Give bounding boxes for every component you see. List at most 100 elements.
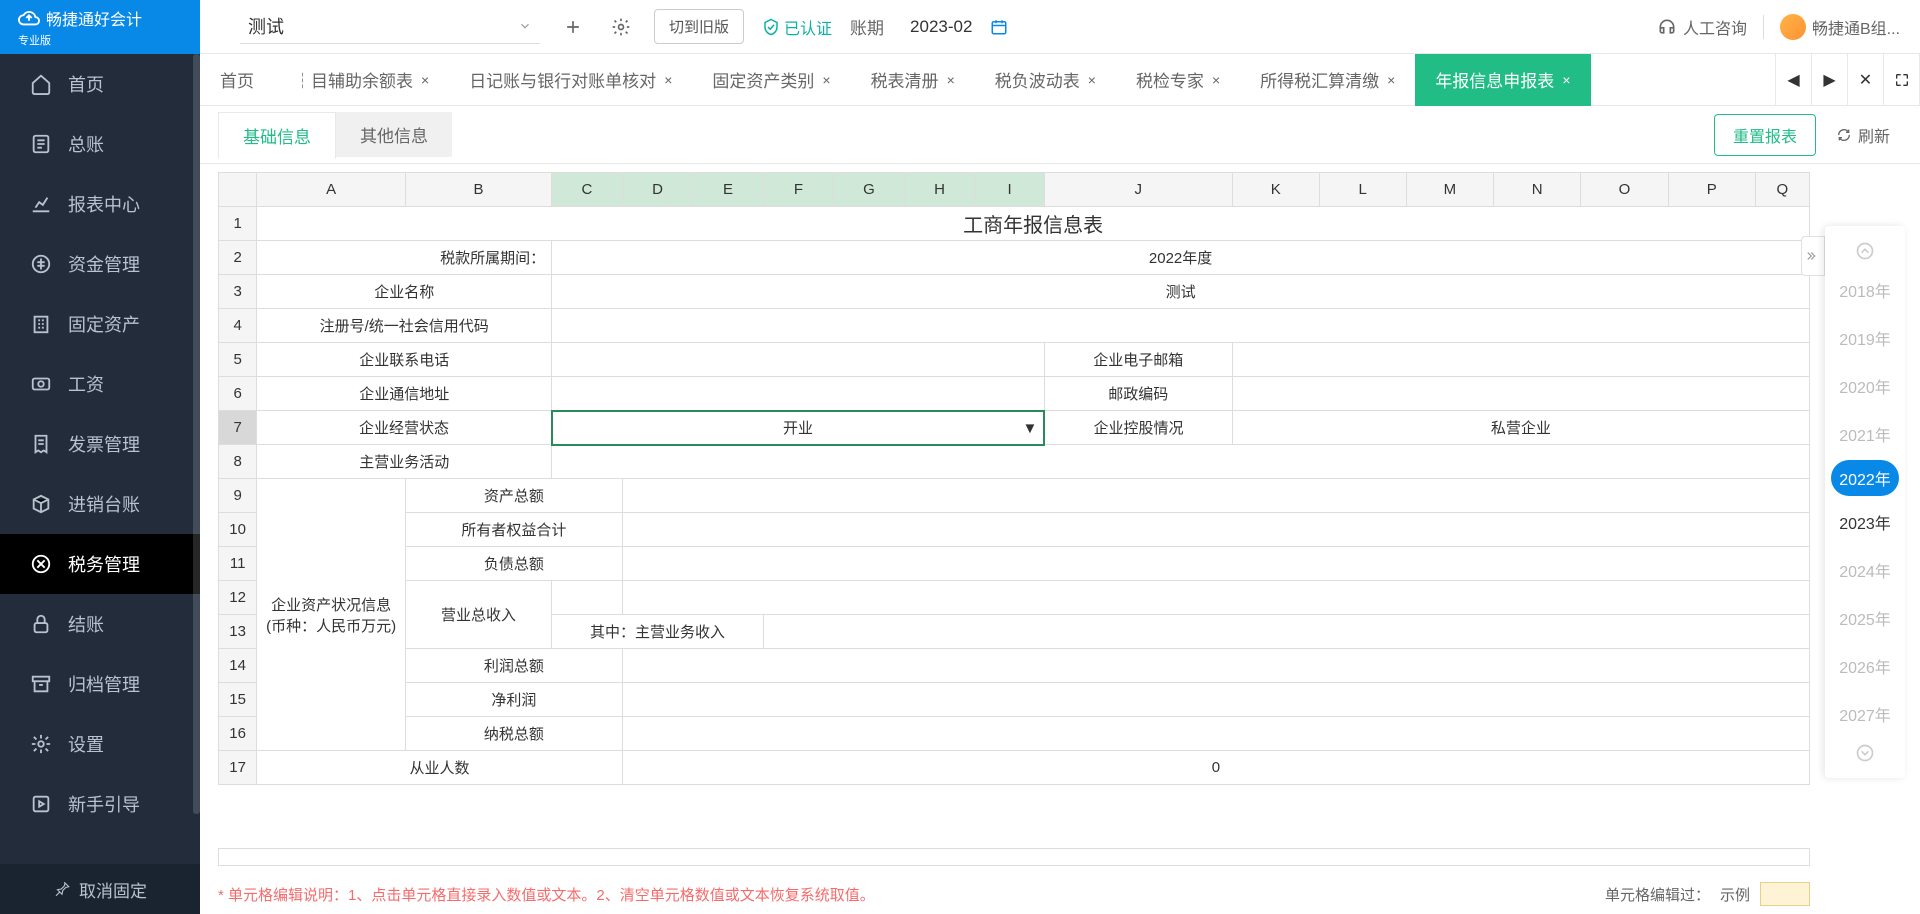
tab-balance[interactable]: ┆目辅助余额表× bbox=[274, 54, 449, 106]
col-header[interactable]: F bbox=[763, 173, 833, 207]
selected-cell-dropdown[interactable]: 开业▼ bbox=[552, 411, 1045, 445]
reset-report-button[interactable]: 重置报表 bbox=[1714, 114, 1816, 156]
fullscreen-button[interactable] bbox=[1884, 54, 1920, 106]
sub-tab-basic[interactable]: 基础信息 bbox=[218, 112, 336, 159]
settings-icon-button[interactable] bbox=[606, 12, 636, 42]
row-header[interactable]: 9 bbox=[219, 479, 257, 513]
year-option[interactable]: 2023年 bbox=[1825, 498, 1905, 546]
close-icon[interactable]: × bbox=[1562, 72, 1570, 88]
horizontal-scrollbar[interactable] bbox=[218, 848, 1810, 866]
col-header[interactable]: I bbox=[975, 173, 1044, 207]
sidebar-item-closing[interactable]: 结账 bbox=[0, 594, 200, 654]
close-icon[interactable]: × bbox=[947, 72, 955, 88]
year-option-selected[interactable]: 2022年 bbox=[1831, 460, 1899, 496]
user-menu[interactable]: 畅捷通B组... bbox=[1780, 14, 1900, 40]
cell[interactable]: 从业人数 bbox=[257, 751, 622, 785]
sidebar-item-inventory[interactable]: 进销台账 bbox=[0, 474, 200, 534]
cell[interactable] bbox=[552, 377, 1045, 411]
col-header[interactable]: H bbox=[904, 173, 975, 207]
col-header[interactable]: A bbox=[257, 173, 406, 207]
period-value[interactable]: 2023-02 bbox=[910, 17, 972, 37]
cell[interactable]: 企业通信地址 bbox=[257, 377, 552, 411]
sidebar-item-home[interactable]: 首页 bbox=[0, 54, 200, 114]
cell[interactable]: 企业控股情况 bbox=[1044, 411, 1232, 445]
col-header[interactable]: G bbox=[834, 173, 905, 207]
cell[interactable]: 利润总额 bbox=[405, 649, 622, 683]
cell[interactable] bbox=[622, 547, 1809, 581]
cell[interactable] bbox=[1232, 343, 1809, 377]
row-header[interactable]: 7 bbox=[219, 411, 257, 445]
cell[interactable]: 企业经营状态 bbox=[257, 411, 552, 445]
row-header[interactable]: 10 bbox=[219, 513, 257, 547]
row-header[interactable]: 6 bbox=[219, 377, 257, 411]
tab-close-all-button[interactable]: ✕ bbox=[1848, 54, 1884, 106]
add-button[interactable] bbox=[558, 12, 588, 42]
row-header[interactable]: 3 bbox=[219, 275, 257, 309]
cell[interactable] bbox=[1232, 377, 1809, 411]
tab-next-button[interactable]: ▶ bbox=[1812, 54, 1848, 106]
sidebar-item-settings[interactable]: 设置 bbox=[0, 714, 200, 774]
cell[interactable]: 2022年度 bbox=[552, 241, 1810, 275]
sidebar-scrollbar[interactable] bbox=[193, 54, 200, 874]
tab-asset-cat[interactable]: 固定资产类别× bbox=[692, 54, 850, 106]
sidebar-item-funds[interactable]: 资金管理 bbox=[0, 234, 200, 294]
close-icon[interactable]: × bbox=[1212, 72, 1220, 88]
cell[interactable] bbox=[622, 683, 1809, 717]
cell[interactable]: 税款所属期间： bbox=[257, 241, 552, 275]
cell[interactable]: 纳税总额 bbox=[405, 717, 622, 751]
year-option[interactable]: 2019年 bbox=[1825, 314, 1905, 362]
cell[interactable]: 所有者权益合计 bbox=[405, 513, 622, 547]
dropdown-arrow-icon[interactable]: ▼ bbox=[1022, 420, 1037, 437]
collapse-year-panel-button[interactable] bbox=[1801, 236, 1825, 276]
close-icon[interactable]: × bbox=[1387, 72, 1395, 88]
tab-tax-fluct[interactable]: 税负波动表× bbox=[975, 54, 1116, 106]
cell[interactable]: 企业电子邮箱 bbox=[1044, 343, 1232, 377]
refresh-button[interactable]: 刷新 bbox=[1836, 123, 1890, 147]
tab-home[interactable]: 首页 bbox=[200, 54, 274, 106]
year-option[interactable]: 2025年 bbox=[1825, 594, 1905, 642]
year-option[interactable]: 2024年 bbox=[1825, 546, 1905, 594]
cell[interactable]: 主营业务活动 bbox=[257, 445, 552, 479]
account-selector[interactable]: 测试 bbox=[240, 10, 540, 44]
sidebar-item-tax[interactable]: 税务管理 bbox=[0, 534, 200, 594]
col-header[interactable]: J bbox=[1044, 173, 1232, 207]
tab-prev-button[interactable]: ◀ bbox=[1776, 54, 1812, 106]
tab-bank-rec[interactable]: 日记账与银行对账单核对× bbox=[449, 54, 692, 106]
row-header[interactable]: 12 bbox=[219, 581, 257, 615]
row-header[interactable]: 8 bbox=[219, 445, 257, 479]
spreadsheet[interactable]: A B C D E F G H I J K L M N O P Q bbox=[218, 172, 1810, 852]
cell[interactable]: 负债总额 bbox=[405, 547, 622, 581]
cell[interactable] bbox=[763, 615, 1809, 649]
col-header[interactable]: D bbox=[622, 173, 693, 207]
col-header[interactable]: N bbox=[1494, 173, 1581, 207]
row-header[interactable]: 4 bbox=[219, 309, 257, 343]
row-header[interactable]: 11 bbox=[219, 547, 257, 581]
cell[interactable]: 注册号/统一社会信用代码 bbox=[257, 309, 552, 343]
cell[interactable]: 私营企业 bbox=[1232, 411, 1809, 445]
col-header[interactable]: B bbox=[405, 173, 551, 207]
cell[interactable] bbox=[552, 309, 1810, 343]
col-header[interactable]: O bbox=[1581, 173, 1668, 207]
cell[interactable]: 0 bbox=[622, 751, 1809, 785]
cell[interactable]: 企业联系电话 bbox=[257, 343, 552, 377]
close-icon[interactable]: × bbox=[1088, 72, 1096, 88]
col-header[interactable]: K bbox=[1232, 173, 1319, 207]
cell[interactable]: 资产总额 bbox=[405, 479, 622, 513]
row-header[interactable]: 16 bbox=[219, 717, 257, 751]
year-option[interactable]: 2026年 bbox=[1825, 642, 1905, 690]
tab-tax-list[interactable]: 税表清册× bbox=[851, 54, 975, 106]
col-header[interactable]: L bbox=[1319, 173, 1406, 207]
year-scroll-up[interactable] bbox=[1825, 236, 1905, 266]
cell[interactable]: 营业总收入 bbox=[405, 581, 551, 649]
cell[interactable] bbox=[552, 445, 1810, 479]
cell[interactable]: 企业名称 bbox=[257, 275, 552, 309]
col-header[interactable]: P bbox=[1668, 173, 1755, 207]
year-option[interactable]: 2018年 bbox=[1825, 266, 1905, 314]
col-header[interactable]: M bbox=[1406, 173, 1494, 207]
cell[interactable] bbox=[622, 513, 1809, 547]
sidebar-item-invoice[interactable]: 发票管理 bbox=[0, 414, 200, 474]
year-option[interactable]: 2021年 bbox=[1825, 410, 1905, 458]
sub-tab-other[interactable]: 其他信息 bbox=[336, 112, 452, 157]
cell[interactable] bbox=[622, 581, 1809, 615]
col-header[interactable]: Q bbox=[1755, 173, 1809, 207]
